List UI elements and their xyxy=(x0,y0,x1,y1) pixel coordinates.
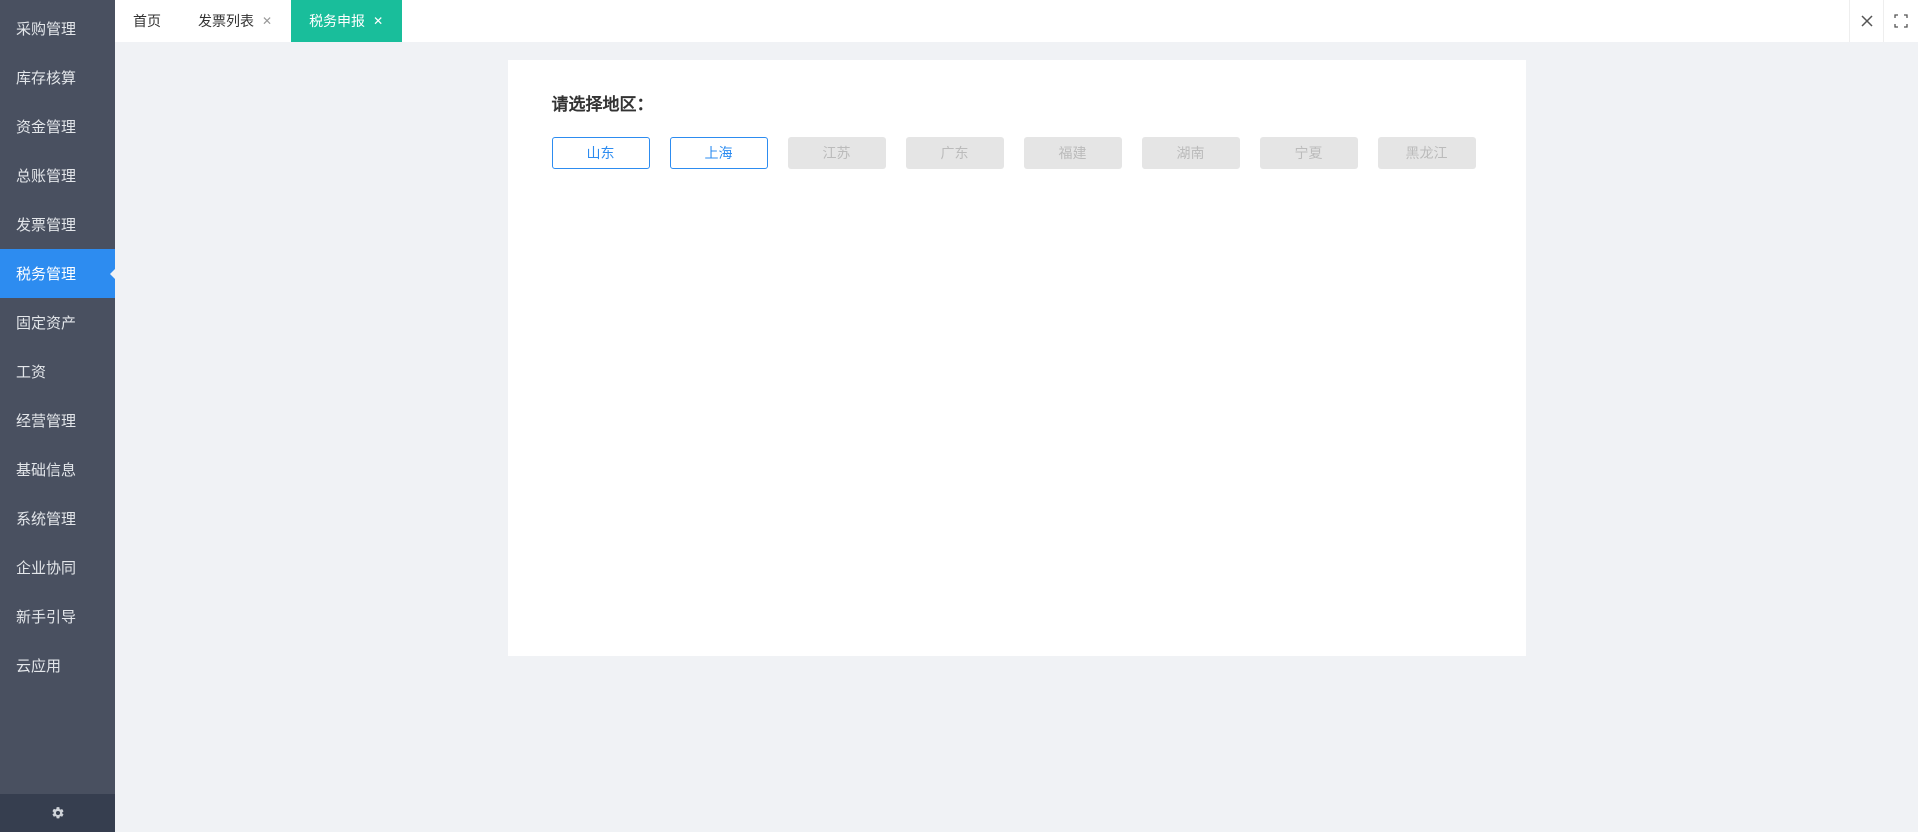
tab-label: 首页 xyxy=(133,11,161,31)
sidebar-item-label: 经营管理 xyxy=(16,410,76,431)
sidebar-item-label: 发票管理 xyxy=(16,214,76,235)
sidebar-item-1[interactable]: 库存核算 xyxy=(0,53,115,102)
tabbar-actions xyxy=(1849,0,1918,42)
region-button-2: 江苏 xyxy=(788,137,886,169)
sidebar-item-label: 云应用 xyxy=(16,655,61,676)
sidebar-item-11[interactable]: 企业协同 xyxy=(0,543,115,592)
sidebar-item-13[interactable]: 云应用 xyxy=(0,641,115,690)
sidebar-item-label: 工资 xyxy=(16,361,46,382)
region-button-0[interactable]: 山东 xyxy=(552,137,650,169)
gear-icon xyxy=(51,806,65,820)
tab-close-icon[interactable]: ✕ xyxy=(373,15,383,27)
sidebar-settings-button[interactable] xyxy=(0,794,115,832)
content-area: 请选择地区： 山东上海江苏广东福建湖南宁夏黑龙江 xyxy=(115,42,1918,832)
sidebar-item-label: 库存核算 xyxy=(16,67,76,88)
fullscreen-button[interactable] xyxy=(1884,0,1918,42)
sidebar-item-label: 新手引导 xyxy=(16,606,76,627)
region-button-4: 福建 xyxy=(1024,137,1122,169)
sidebar-item-label: 基础信息 xyxy=(16,459,76,480)
tab-close-icon[interactable]: ✕ xyxy=(262,15,272,27)
card-title: 请选择地区： xyxy=(552,90,1482,115)
fullscreen-icon xyxy=(1894,14,1908,28)
sidebar-item-label: 资金管理 xyxy=(16,116,76,137)
sidebar-item-0[interactable]: 采购管理 xyxy=(0,4,115,53)
sidebar-item-label: 企业协同 xyxy=(16,557,76,578)
sidebar-item-6[interactable]: 固定资产 xyxy=(0,298,115,347)
sidebar-item-9[interactable]: 基础信息 xyxy=(0,445,115,494)
region-button-6: 宁夏 xyxy=(1260,137,1358,169)
sidebar-item-12[interactable]: 新手引导 xyxy=(0,592,115,641)
sidebar: 采购管理库存核算资金管理总账管理发票管理税务管理固定资产工资经营管理基础信息系统… xyxy=(0,0,115,832)
sidebar-item-5[interactable]: 税务管理 xyxy=(0,249,115,298)
region-button-1[interactable]: 上海 xyxy=(670,137,768,169)
sidebar-item-10[interactable]: 系统管理 xyxy=(0,494,115,543)
tab-label: 发票列表 xyxy=(198,11,254,31)
tab-1[interactable]: 发票列表 ✕ xyxy=(180,0,291,42)
sidebar-item-7[interactable]: 工资 xyxy=(0,347,115,396)
sidebar-item-label: 固定资产 xyxy=(16,312,76,333)
tab-2[interactable]: 税务申报 ✕ xyxy=(291,0,402,42)
region-button-3: 广东 xyxy=(906,137,1004,169)
region-button-5: 湖南 xyxy=(1142,137,1240,169)
region-button-7: 黑龙江 xyxy=(1378,137,1476,169)
tab-0[interactable]: 首页 xyxy=(115,0,180,42)
sidebar-item-2[interactable]: 资金管理 xyxy=(0,102,115,151)
sidebar-item-8[interactable]: 经营管理 xyxy=(0,396,115,445)
close-icon xyxy=(1860,14,1874,28)
tab-label: 税务申报 xyxy=(309,11,365,31)
region-grid: 山东上海江苏广东福建湖南宁夏黑龙江 xyxy=(552,137,1482,169)
sidebar-item-label: 总账管理 xyxy=(16,165,76,186)
region-card: 请选择地区： 山东上海江苏广东福建湖南宁夏黑龙江 xyxy=(508,60,1526,656)
sidebar-item-label: 系统管理 xyxy=(16,508,76,529)
main: 首页 发票列表 ✕ 税务申报 ✕ 请选择地区： xyxy=(115,0,1918,832)
sidebar-menu: 采购管理库存核算资金管理总账管理发票管理税务管理固定资产工资经营管理基础信息系统… xyxy=(0,0,115,794)
sidebar-item-4[interactable]: 发票管理 xyxy=(0,200,115,249)
close-all-tabs-button[interactable] xyxy=(1850,0,1884,42)
sidebar-item-label: 税务管理 xyxy=(16,263,76,284)
tabbar: 首页 发票列表 ✕ 税务申报 ✕ xyxy=(115,0,1918,42)
sidebar-item-label: 采购管理 xyxy=(16,18,76,39)
sidebar-item-3[interactable]: 总账管理 xyxy=(0,151,115,200)
